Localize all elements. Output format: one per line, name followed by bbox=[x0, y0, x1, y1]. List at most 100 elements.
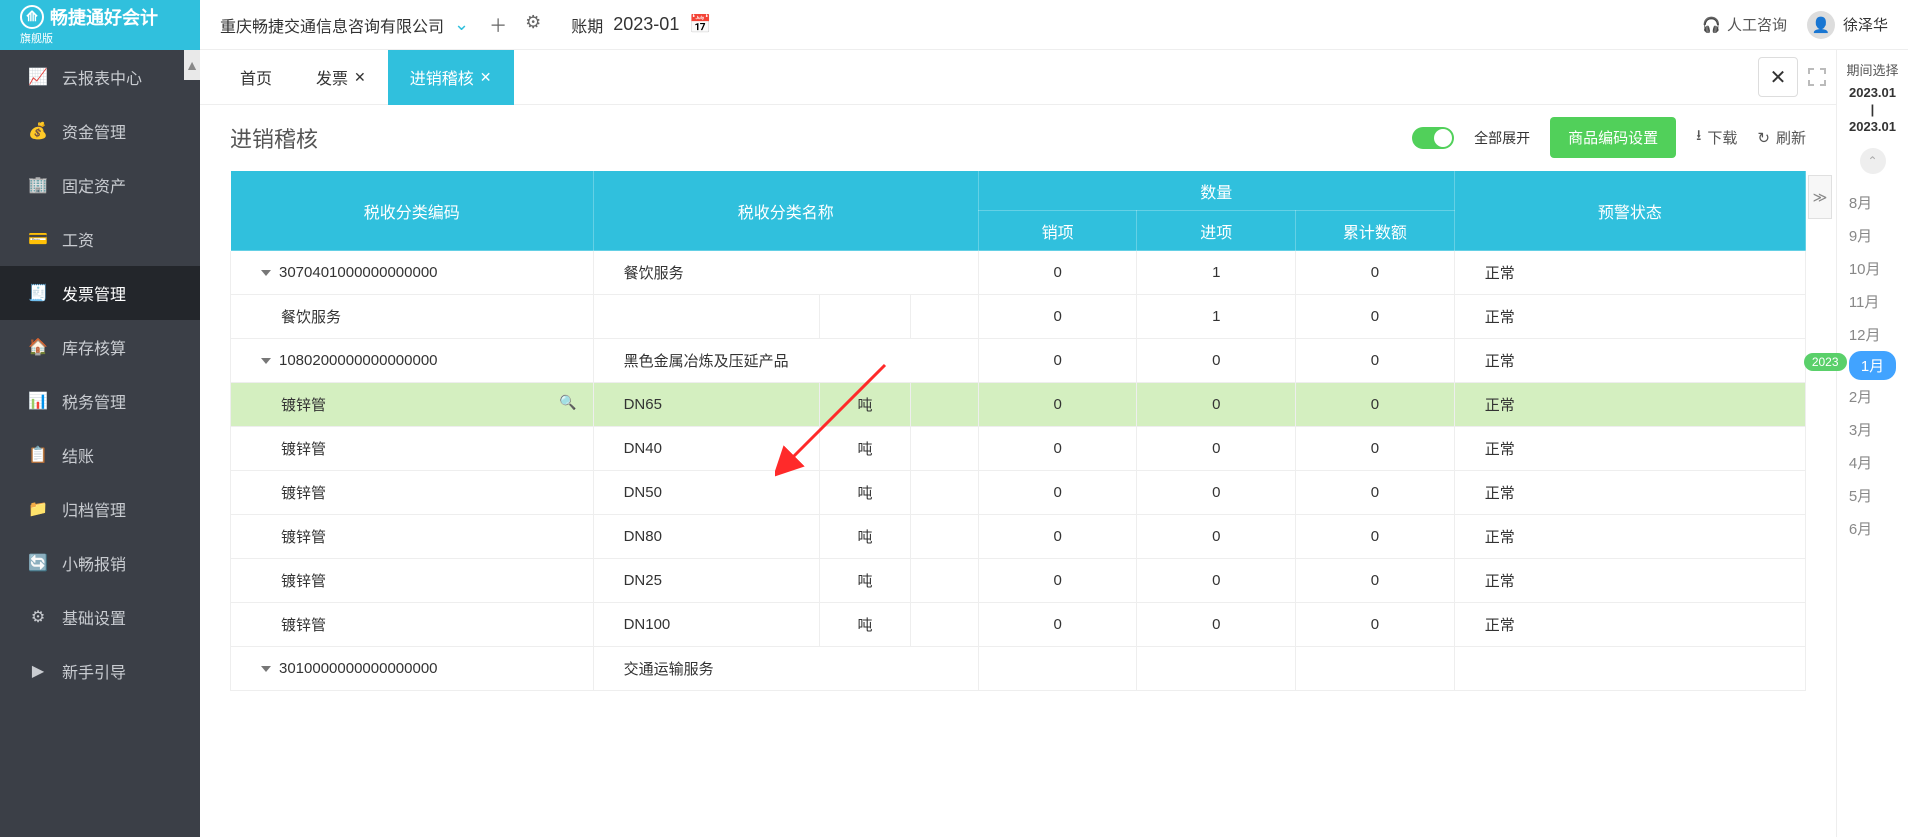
panel-collapse-handle[interactable]: ≫ bbox=[1808, 175, 1832, 219]
month-item[interactable]: 3月 bbox=[1849, 413, 1896, 446]
download-icon: ⭳ bbox=[1696, 125, 1701, 150]
month-item[interactable]: 8月 bbox=[1849, 186, 1896, 219]
th-total: 累计数额 bbox=[1296, 211, 1455, 251]
company-name: 重庆畅捷交通信息咨询有限公司 bbox=[220, 13, 444, 37]
period-panel-title: 期间选择 bbox=[1846, 60, 1898, 79]
th-tax-name: 税收分类名称 bbox=[593, 171, 978, 251]
sidebar-scroll-up[interactable]: ▲ bbox=[184, 50, 200, 80]
month-item[interactable]: 12月 bbox=[1849, 318, 1896, 351]
sidebar-item[interactable]: 💰 资金管理 bbox=[0, 104, 200, 158]
month-item[interactable]: 2月 bbox=[1849, 380, 1896, 413]
period-scroll-up[interactable]: ⌃ bbox=[1860, 148, 1886, 174]
month-item[interactable]: 11月 bbox=[1849, 285, 1896, 318]
audit-table: 税收分类编码 税收分类名称 数量 预警状态 销项 进项 累计数额 3070401… bbox=[230, 170, 1806, 691]
sidebar: ▲ 📈云报表中心💰资金管理🏢固定资产💳工资🧾发票管理🏠库存核算📊税务管理📋结账📁… bbox=[0, 50, 200, 837]
sidebar-item[interactable]: 💳工资 bbox=[0, 212, 200, 266]
th-in: 进项 bbox=[1137, 211, 1296, 251]
sidebar-label: 发票管理 bbox=[62, 281, 126, 305]
company-selector[interactable]: 重庆畅捷交通信息咨询有限公司 ⌄ bbox=[220, 13, 469, 37]
plus-icon[interactable]: ＋ bbox=[489, 12, 507, 38]
sidebar-item[interactable]: 📁 归档管理 bbox=[0, 482, 200, 536]
expand-all-toggle[interactable] bbox=[1412, 127, 1454, 149]
search-icon[interactable]: 🔍 bbox=[559, 394, 576, 411]
sidebar-item[interactable]: ▶ 新手引导 bbox=[0, 644, 200, 698]
month-item[interactable]: 5月 bbox=[1849, 479, 1896, 512]
user-name: 徐泽华 bbox=[1843, 14, 1888, 35]
close-all-tabs[interactable]: ✕ bbox=[1758, 57, 1798, 97]
sidebar-label: 新手引导 bbox=[62, 659, 126, 683]
sidebar-icon: 📁 bbox=[28, 499, 48, 519]
download-button[interactable]: ⭳ 下载 bbox=[1696, 125, 1737, 150]
product-code-settings-button[interactable]: 商品编码设置 bbox=[1550, 117, 1676, 158]
th-alert: 预警状态 bbox=[1454, 171, 1805, 251]
tab-close-icon[interactable]: ✕ bbox=[480, 69, 492, 86]
table-row[interactable]: 1080200000000000000黑色金属冶炼及压延产品000正常 bbox=[231, 339, 1806, 383]
sidebar-icon: ⚙ bbox=[28, 607, 48, 627]
sidebar-icon: ▶ bbox=[28, 661, 48, 681]
tab-label: 发票 bbox=[316, 65, 348, 89]
month-item[interactable]: 1月2023 bbox=[1849, 351, 1896, 380]
sidebar-item[interactable]: 📊税务管理 bbox=[0, 374, 200, 428]
logo-icon: ⟰ bbox=[20, 5, 44, 29]
calendar-icon[interactable]: 📅 bbox=[689, 14, 711, 35]
tab-label: 首页 bbox=[240, 65, 272, 89]
sidebar-label: 基础设置 bbox=[62, 605, 126, 629]
sidebar-item[interactable]: 📈云报表中心 bbox=[0, 50, 200, 104]
table-row[interactable]: 镀锌管DN100吨000正常 bbox=[231, 603, 1806, 647]
sidebar-icon: 🏢 bbox=[28, 175, 48, 195]
avatar-icon: 👤 bbox=[1807, 11, 1835, 39]
sidebar-label: 工资 bbox=[62, 227, 94, 251]
tab[interactable]: 发票 ✕ bbox=[294, 50, 388, 105]
sidebar-icon: 📈 bbox=[28, 67, 48, 87]
sidebar-item[interactable]: 🏢 固定资产 bbox=[0, 158, 200, 212]
sidebar-icon: 📋 bbox=[28, 445, 48, 465]
table-row[interactable]: 🔍镀锌管DN65吨000正常 bbox=[231, 383, 1806, 427]
table-row[interactable]: 餐饮服务010正常 bbox=[231, 295, 1806, 339]
tab[interactable]: 进销稽核 ✕ bbox=[388, 50, 514, 105]
sidebar-item[interactable]: 🏠库存核算 bbox=[0, 320, 200, 374]
logo-text: 畅捷通好会计 bbox=[50, 4, 158, 30]
sidebar-item[interactable]: ⚙ 基础设置 bbox=[0, 590, 200, 644]
refresh-button[interactable]: ↻ 刷新 bbox=[1757, 127, 1806, 148]
table-row[interactable]: 镀锌管DN50吨000正常 bbox=[231, 471, 1806, 515]
sidebar-label: 固定资产 bbox=[62, 173, 126, 197]
sidebar-item[interactable]: 📋结账 bbox=[0, 428, 200, 482]
tab-label: 进销稽核 bbox=[410, 65, 474, 89]
chevron-down-icon: ⌄ bbox=[454, 14, 469, 35]
tab-bar: 首页 发票 ✕ 进销稽核 ✕ ✕ bbox=[200, 50, 1836, 105]
sidebar-label: 资金管理 bbox=[62, 119, 126, 143]
tab-close-icon[interactable]: ✕ bbox=[354, 69, 366, 86]
th-out: 销项 bbox=[978, 211, 1137, 251]
period-selector-panel: 期间选择 2023.01 | 2023.01 ⌃ 8月9月10月11月12月1月… bbox=[1836, 50, 1908, 837]
sidebar-item[interactable]: 🧾发票管理 bbox=[0, 266, 200, 320]
sidebar-label: 库存核算 bbox=[62, 335, 126, 359]
sidebar-item[interactable]: 🔄小畅报销 bbox=[0, 536, 200, 590]
tree-collapse-icon[interactable] bbox=[261, 270, 271, 276]
month-item[interactable]: 9月 bbox=[1849, 219, 1896, 252]
period-label: 账期 bbox=[571, 13, 603, 37]
th-tax-code: 税收分类编码 bbox=[231, 171, 594, 251]
table-row[interactable]: 3070401000000000000餐饮服务010正常 bbox=[231, 251, 1806, 295]
sidebar-label: 归档管理 bbox=[62, 497, 126, 521]
logo: ⟰ 畅捷通好会计 旗舰版 bbox=[0, 0, 200, 50]
user-menu[interactable]: 👤 徐泽华 bbox=[1807, 11, 1888, 39]
support-link[interactable]: 🎧 人工咨询 bbox=[1702, 14, 1787, 35]
table-row[interactable]: 镀锌管DN25吨000正常 bbox=[231, 559, 1806, 603]
month-item[interactable]: 10月 bbox=[1849, 252, 1896, 285]
table-row[interactable]: 镀锌管DN80吨000正常 bbox=[231, 515, 1806, 559]
table-row[interactable]: 镀锌管DN40吨000正常 bbox=[231, 427, 1806, 471]
gear-icon[interactable]: ⚙ bbox=[525, 12, 541, 38]
tab[interactable]: 首页 bbox=[218, 50, 294, 105]
table-row[interactable]: 3010000000000000000交通运输服务 bbox=[231, 647, 1806, 691]
sidebar-icon: 📊 bbox=[28, 391, 48, 411]
headset-icon: 🎧 bbox=[1702, 16, 1721, 34]
tree-collapse-icon[interactable] bbox=[261, 666, 271, 672]
expand-all-label: 全部展开 bbox=[1474, 128, 1530, 148]
fullscreen-icon[interactable] bbox=[1808, 68, 1826, 86]
sidebar-icon: 💰 bbox=[28, 121, 48, 141]
sidebar-label: 小畅报销 bbox=[62, 551, 126, 575]
month-item[interactable]: 6月 bbox=[1849, 512, 1896, 545]
tree-collapse-icon[interactable] bbox=[261, 358, 271, 364]
period-value: 2023-01 bbox=[613, 14, 679, 35]
month-item[interactable]: 4月 bbox=[1849, 446, 1896, 479]
